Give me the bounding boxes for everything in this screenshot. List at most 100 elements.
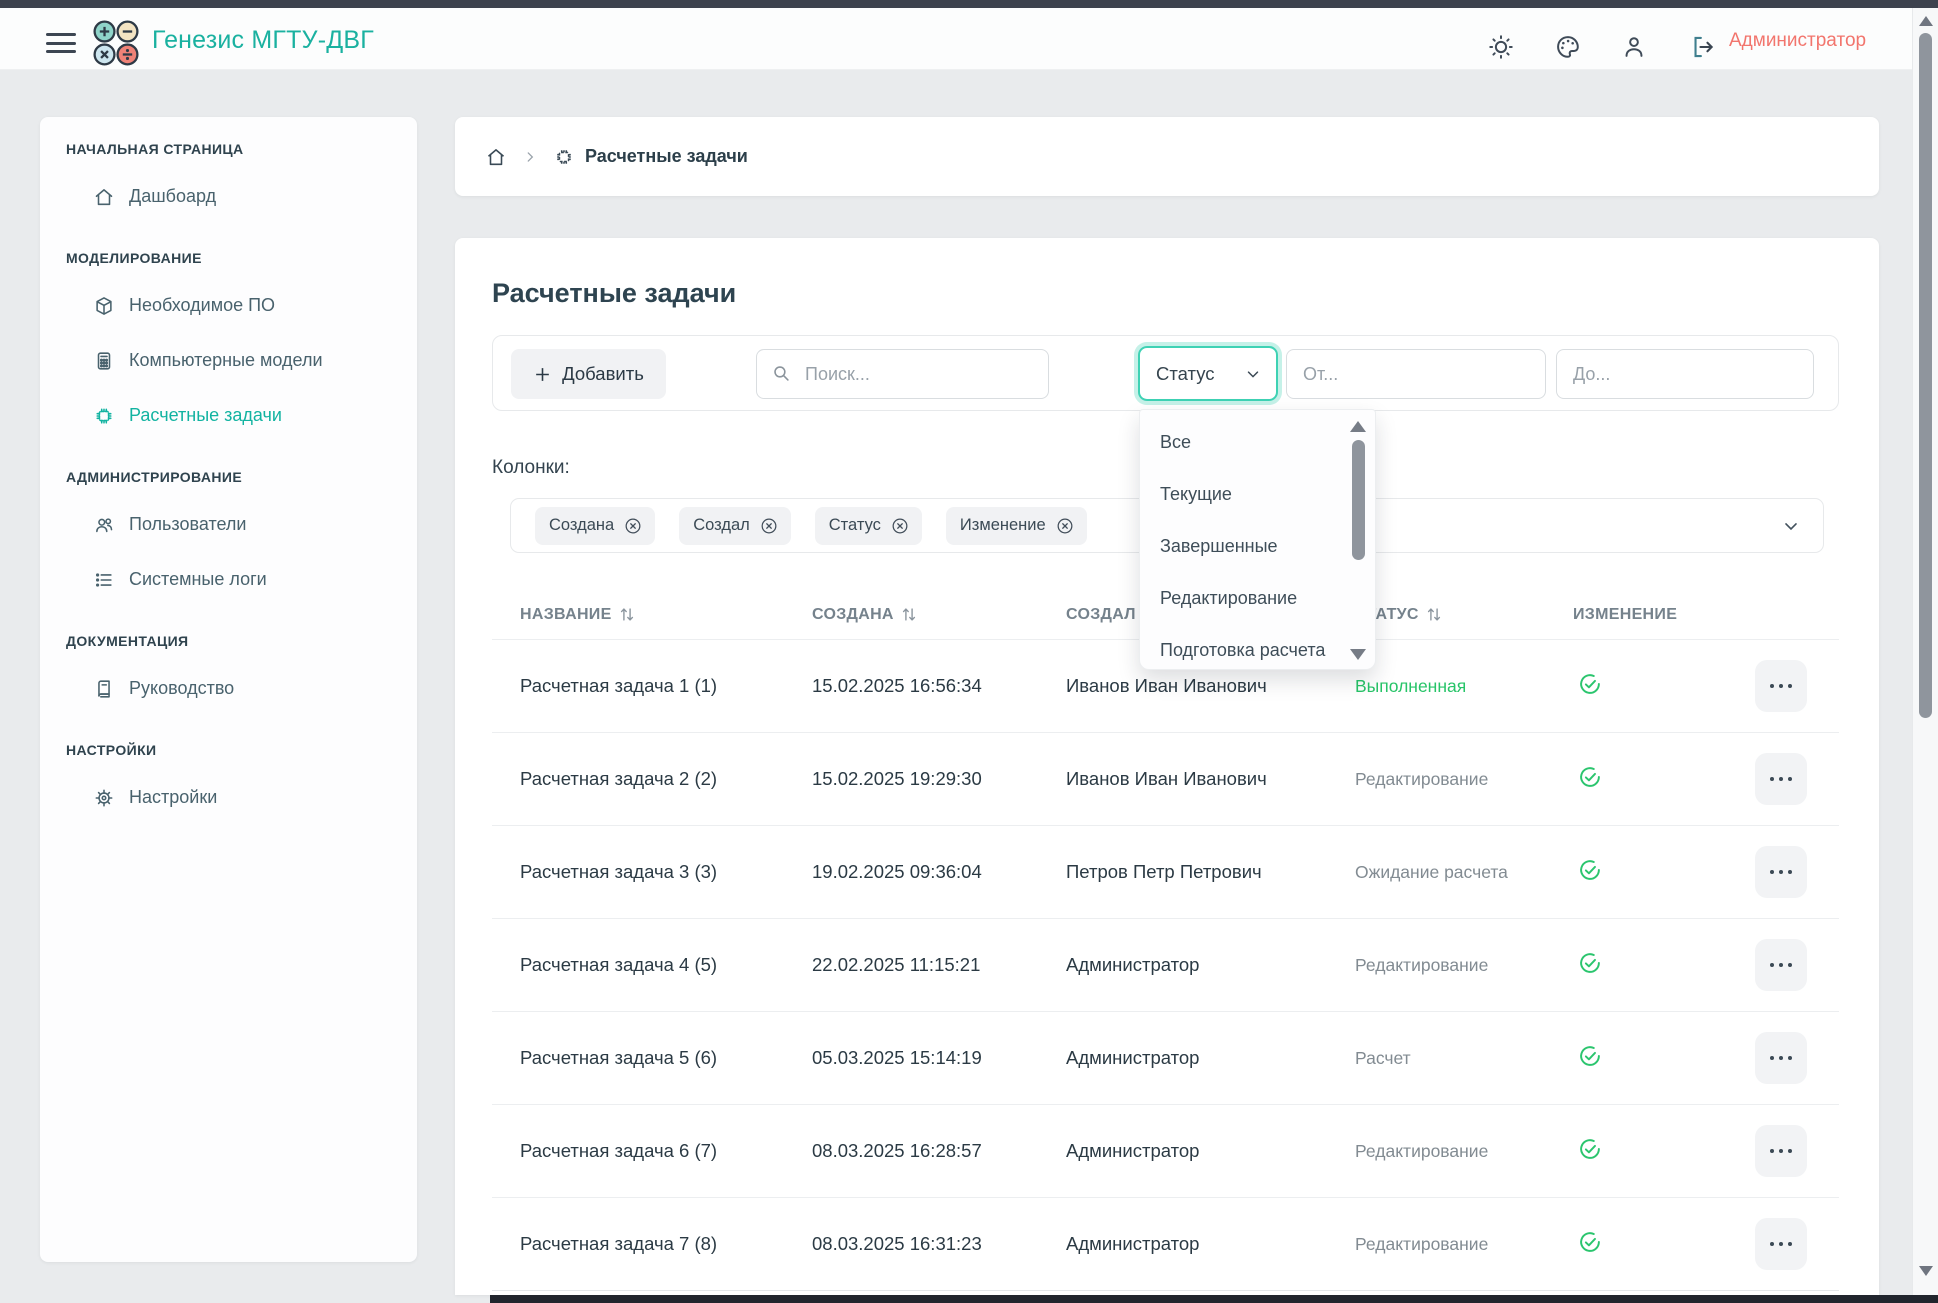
- sidebar-item-label: Компьютерные модели: [129, 350, 323, 370]
- cell-creator: Администратор: [1066, 1140, 1200, 1161]
- book-icon: [92, 678, 116, 700]
- date-from-input[interactable]: [1286, 349, 1546, 399]
- sort-icon[interactable]: [619, 606, 635, 623]
- dropdown-scroll-up-icon[interactable]: [1350, 421, 1366, 432]
- chevron-down-icon[interactable]: [1781, 516, 1801, 536]
- tasks-table: НАЗВАНИЕ СОЗДАНА СОЗДАЛ СТАТУС ИЗМЕНЕНИЕ Рас…: [492, 590, 1839, 1291]
- check-circle-icon: [1577, 1043, 1603, 1069]
- row-actions-button[interactable]: [1755, 1125, 1807, 1177]
- user-icon[interactable]: [1619, 32, 1649, 62]
- table-row[interactable]: Расчетная задача 3 (3) 19.02.2025 09:36:0…: [492, 826, 1839, 919]
- cell-change: [1573, 857, 1755, 888]
- date-to-input[interactable]: [1556, 349, 1814, 399]
- table-row[interactable]: Расчетная задача 7 (8) 08.03.2025 16:31:2…: [492, 1198, 1839, 1291]
- row-actions-button[interactable]: [1755, 939, 1807, 991]
- menu-icon[interactable]: [46, 33, 76, 53]
- plus-icon: [533, 365, 552, 384]
- table-row[interactable]: Расчетная задача 5 (6) 05.03.2025 15:14:1…: [492, 1012, 1839, 1105]
- cell-status: Расчет: [1355, 1047, 1411, 1068]
- dropdown-scrollbar-thumb[interactable]: [1352, 440, 1365, 560]
- sidebar-nav: НАЧАЛЬНАЯ СТРАНИЦА Дашбоард МОДЕЛИРОВАНИЕ Н…: [40, 141, 417, 825]
- row-actions-button[interactable]: [1755, 846, 1807, 898]
- cell-task-name: Расчетная задача 1 (1): [520, 675, 718, 696]
- cell-task-name: Расчетная задача 5 (6): [520, 1047, 718, 1068]
- row-actions-button[interactable]: [1755, 1218, 1807, 1270]
- sidebar-item-gear[interactable]: Настройки: [40, 770, 417, 825]
- sidebar-section-label: МОДЕЛИРОВАНИЕ: [66, 250, 202, 266]
- sidebar-item-calculator[interactable]: Компьютерные модели: [40, 333, 417, 388]
- remove-icon[interactable]: [1055, 516, 1075, 536]
- remove-icon[interactable]: [759, 516, 779, 536]
- sidebar-item-home[interactable]: Дашбоард: [40, 169, 417, 224]
- status-option[interactable]: Текущие: [1140, 468, 1375, 520]
- scroll-up-icon[interactable]: [1919, 16, 1933, 26]
- column-header[interactable]: НАЗВАНИЕ: [520, 606, 812, 624]
- cell-creator: Петров Петр Петрович: [1066, 861, 1262, 882]
- status-option[interactable]: Подготовка расчета: [1140, 624, 1375, 676]
- status-option[interactable]: Завершенные: [1140, 520, 1375, 572]
- home-icon[interactable]: [485, 146, 507, 168]
- sidebar-item-package[interactable]: Необходимое ПО: [40, 278, 417, 333]
- row-actions-button[interactable]: [1755, 1032, 1807, 1084]
- column-header-label: НАЗВАНИЕ: [520, 605, 612, 623]
- sidebar-item-chip[interactable]: Расчетные задачи: [40, 388, 417, 443]
- cell-task-name: Расчетная задача 2 (2): [520, 768, 718, 789]
- scrollbar-thumb[interactable]: [1919, 33, 1932, 718]
- main-card: Расчетные задачи Добавить Статус Колонки…: [455, 238, 1879, 1295]
- cell-status: Выполненная: [1355, 675, 1467, 696]
- cell-change: [1573, 1136, 1755, 1167]
- cell-task-name: Расчетная задача 3 (3): [520, 861, 718, 882]
- column-header[interactable]: СТАТУС: [1355, 606, 1573, 624]
- remove-icon[interactable]: [623, 516, 643, 536]
- column-chip: Изменение: [945, 506, 1087, 545]
- table-row[interactable]: Расчетная задача 6 (7) 08.03.2025 16:28:5…: [492, 1105, 1839, 1198]
- status-option[interactable]: Редактирование: [1140, 572, 1375, 624]
- sidebar-item-book[interactable]: Руководство: [40, 661, 417, 716]
- table-body: Расчетная задача 1 (1) 15.02.2025 16:56:3…: [492, 640, 1839, 1291]
- columns-label: Колонки:: [492, 457, 570, 478]
- horizontal-scrollbar[interactable]: [490, 1295, 1938, 1303]
- search-input[interactable]: [756, 349, 1049, 399]
- calculator-icon: [92, 350, 116, 372]
- add-button[interactable]: Добавить: [511, 349, 666, 399]
- remove-icon[interactable]: [890, 516, 910, 536]
- package-icon: [92, 295, 116, 317]
- theme-sun-icon[interactable]: [1486, 32, 1516, 62]
- row-actions-button[interactable]: [1755, 753, 1807, 805]
- sidebar-item-label: Пользователи: [129, 514, 247, 534]
- table-row[interactable]: Расчетная задача 2 (2) 15.02.2025 19:29:3…: [492, 733, 1839, 826]
- sort-icon[interactable]: [901, 606, 917, 623]
- check-circle-icon: [1577, 764, 1603, 790]
- sidebar-item-label: Расчетные задачи: [129, 405, 282, 425]
- sidebar-item-users[interactable]: Пользователи: [40, 497, 417, 552]
- sidebar-item-label: Настройки: [129, 787, 218, 807]
- dropdown-scroll-down-icon[interactable]: [1350, 649, 1366, 660]
- status-select-label: Статус: [1156, 362, 1215, 384]
- sidebar-section: НАСТРОЙКИ Настройки: [40, 742, 417, 825]
- cell-created-date: 08.03.2025 16:28:57: [812, 1140, 982, 1161]
- check-circle-icon: [1577, 857, 1603, 883]
- column-header-label: СОЗДАЛ: [1066, 605, 1136, 623]
- sidebar-item-label: Необходимое ПО: [129, 295, 276, 315]
- table-row[interactable]: Расчетная задача 4 (5) 22.02.2025 11:15:2…: [492, 919, 1839, 1012]
- home-icon: [92, 186, 116, 208]
- column-header[interactable]: СОЗДАНА: [812, 606, 1066, 624]
- cell-status: Ожидание расчета: [1355, 861, 1508, 882]
- logout-icon[interactable]: [1688, 32, 1718, 62]
- sidebar-item-list[interactable]: Системные логи: [40, 552, 417, 607]
- user-role-label[interactable]: Администратор: [1729, 30, 1866, 52]
- palette-icon[interactable]: [1553, 32, 1583, 62]
- scroll-down-icon[interactable]: [1919, 1266, 1933, 1276]
- cell-task-name: Расчетная задача 7 (8): [520, 1233, 718, 1254]
- cell-creator: Иванов Иван Иванович: [1066, 768, 1267, 789]
- sidebar-section-label: АДМИНИСТРИРОВАНИЕ: [66, 469, 243, 485]
- cell-change: [1573, 1043, 1755, 1074]
- breadcrumb-current[interactable]: Расчетные задачи: [585, 146, 748, 167]
- status-option[interactable]: Все: [1140, 416, 1375, 468]
- sort-icon[interactable]: [1426, 606, 1442, 623]
- row-actions-button[interactable]: [1755, 660, 1807, 712]
- status-select[interactable]: Статус: [1138, 346, 1278, 401]
- cell-task-name: Расчетная задача 6 (7): [520, 1140, 718, 1161]
- cell-change: [1573, 1229, 1755, 1260]
- page-scrollbar[interactable]: [1912, 8, 1938, 1295]
